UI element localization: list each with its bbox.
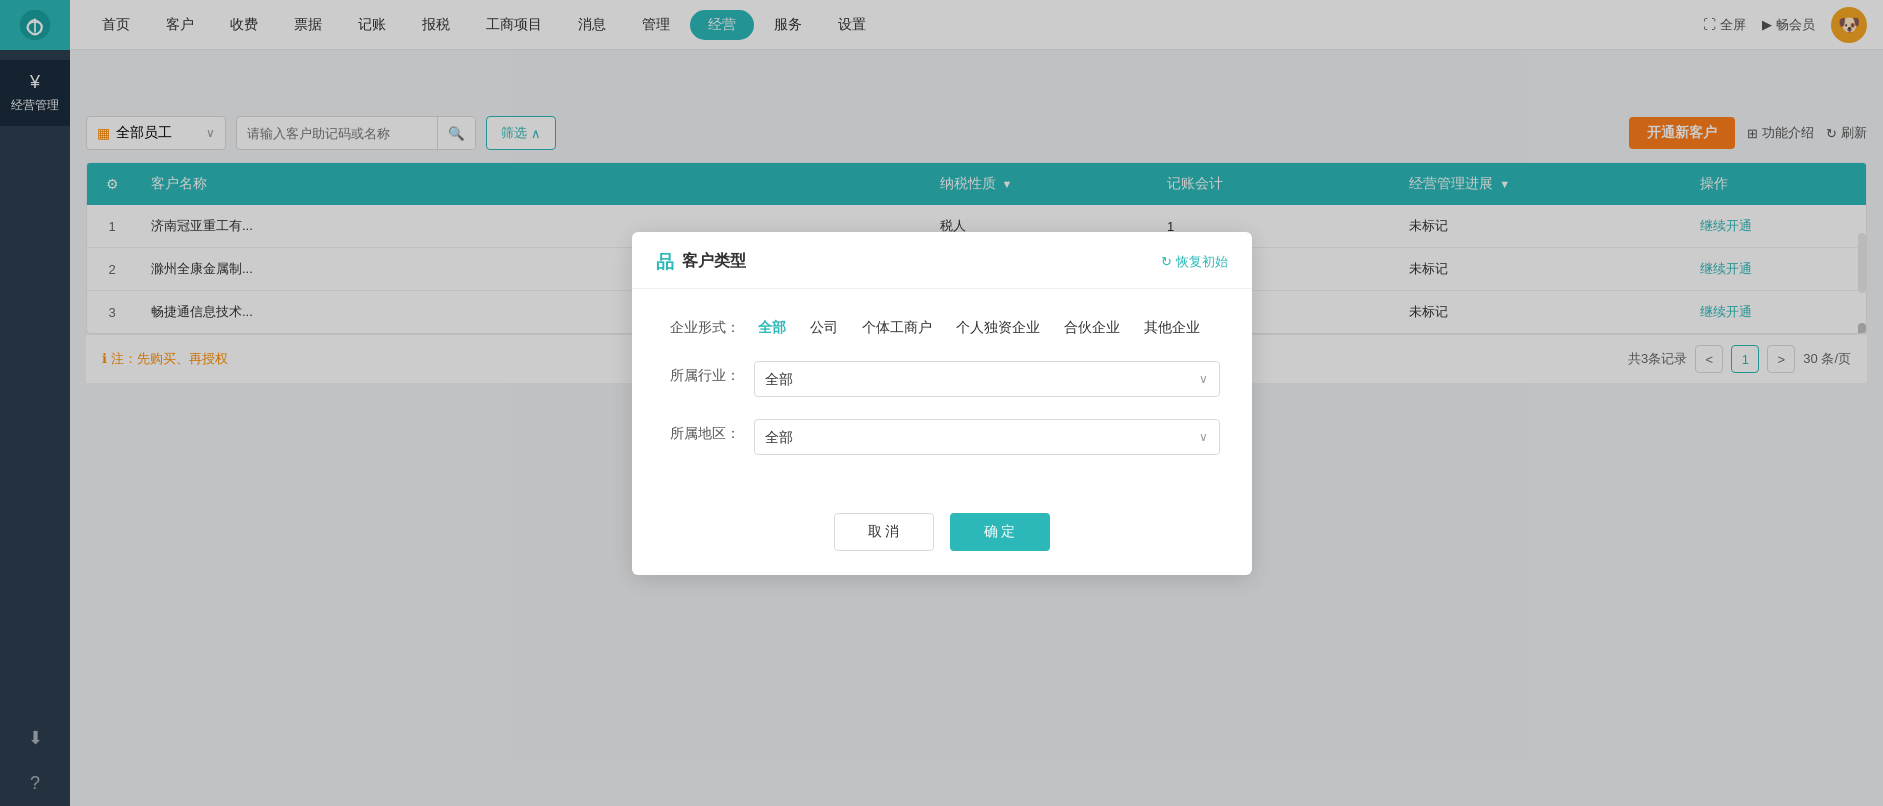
industry-label: 所属行业： bbox=[664, 361, 754, 385]
reset-label: 恢复初始 bbox=[1176, 253, 1228, 271]
modal-title-icon: 品 bbox=[656, 250, 674, 274]
modal-title-text: 客户类型 bbox=[682, 251, 746, 272]
enterprise-form-row: 企业形式： 全部 公司 个体工商户 个人独资企业 合伙企业 其他企业 bbox=[664, 313, 1220, 339]
modal-footer: 取 消 确 定 bbox=[632, 497, 1252, 575]
type-option-partnership[interactable]: 合伙企业 bbox=[1060, 317, 1124, 339]
modal-body: 企业形式： 全部 公司 个体工商户 个人独资企业 合伙企业 其他企业 所属行业： bbox=[632, 289, 1252, 497]
modal-header: 品 客户类型 ↻ 恢复初始 bbox=[632, 232, 1252, 289]
industry-select[interactable]: 全部 bbox=[754, 361, 1220, 397]
industry-select-wrap: 全部 bbox=[754, 361, 1220, 397]
type-option-sole[interactable]: 个人独资企业 bbox=[952, 317, 1044, 339]
type-option-individual[interactable]: 个体工商户 bbox=[858, 317, 936, 339]
cancel-button[interactable]: 取 消 bbox=[834, 513, 934, 551]
type-option-all[interactable]: 全部 bbox=[754, 317, 790, 339]
modal-overlay: 品 客户类型 ↻ 恢复初始 企业形式： 全部 公司 个体工商户 个人独资企业 合… bbox=[0, 0, 1883, 806]
modal-reset-btn[interactable]: ↻ 恢复初始 bbox=[1161, 253, 1228, 271]
type-option-other[interactable]: 其他企业 bbox=[1140, 317, 1204, 339]
industry-row: 所属行业： 全部 bbox=[664, 361, 1220, 397]
modal-title: 品 客户类型 bbox=[656, 250, 746, 274]
confirm-button[interactable]: 确 定 bbox=[950, 513, 1050, 551]
region-label: 所属地区： bbox=[664, 419, 754, 443]
enterprise-form-value: 全部 公司 个体工商户 个人独资企业 合伙企业 其他企业 bbox=[754, 313, 1220, 339]
enterprise-form-label: 企业形式： bbox=[664, 313, 754, 337]
type-option-company[interactable]: 公司 bbox=[806, 317, 842, 339]
region-select[interactable]: 全部 bbox=[754, 419, 1220, 455]
reset-icon: ↻ bbox=[1161, 254, 1172, 269]
region-select-wrap: 全部 bbox=[754, 419, 1220, 455]
filter-modal: 品 客户类型 ↻ 恢复初始 企业形式： 全部 公司 个体工商户 个人独资企业 合… bbox=[632, 232, 1252, 575]
region-row: 所属地区： 全部 bbox=[664, 419, 1220, 455]
type-options: 全部 公司 个体工商户 个人独资企业 合伙企业 其他企业 bbox=[754, 313, 1220, 339]
